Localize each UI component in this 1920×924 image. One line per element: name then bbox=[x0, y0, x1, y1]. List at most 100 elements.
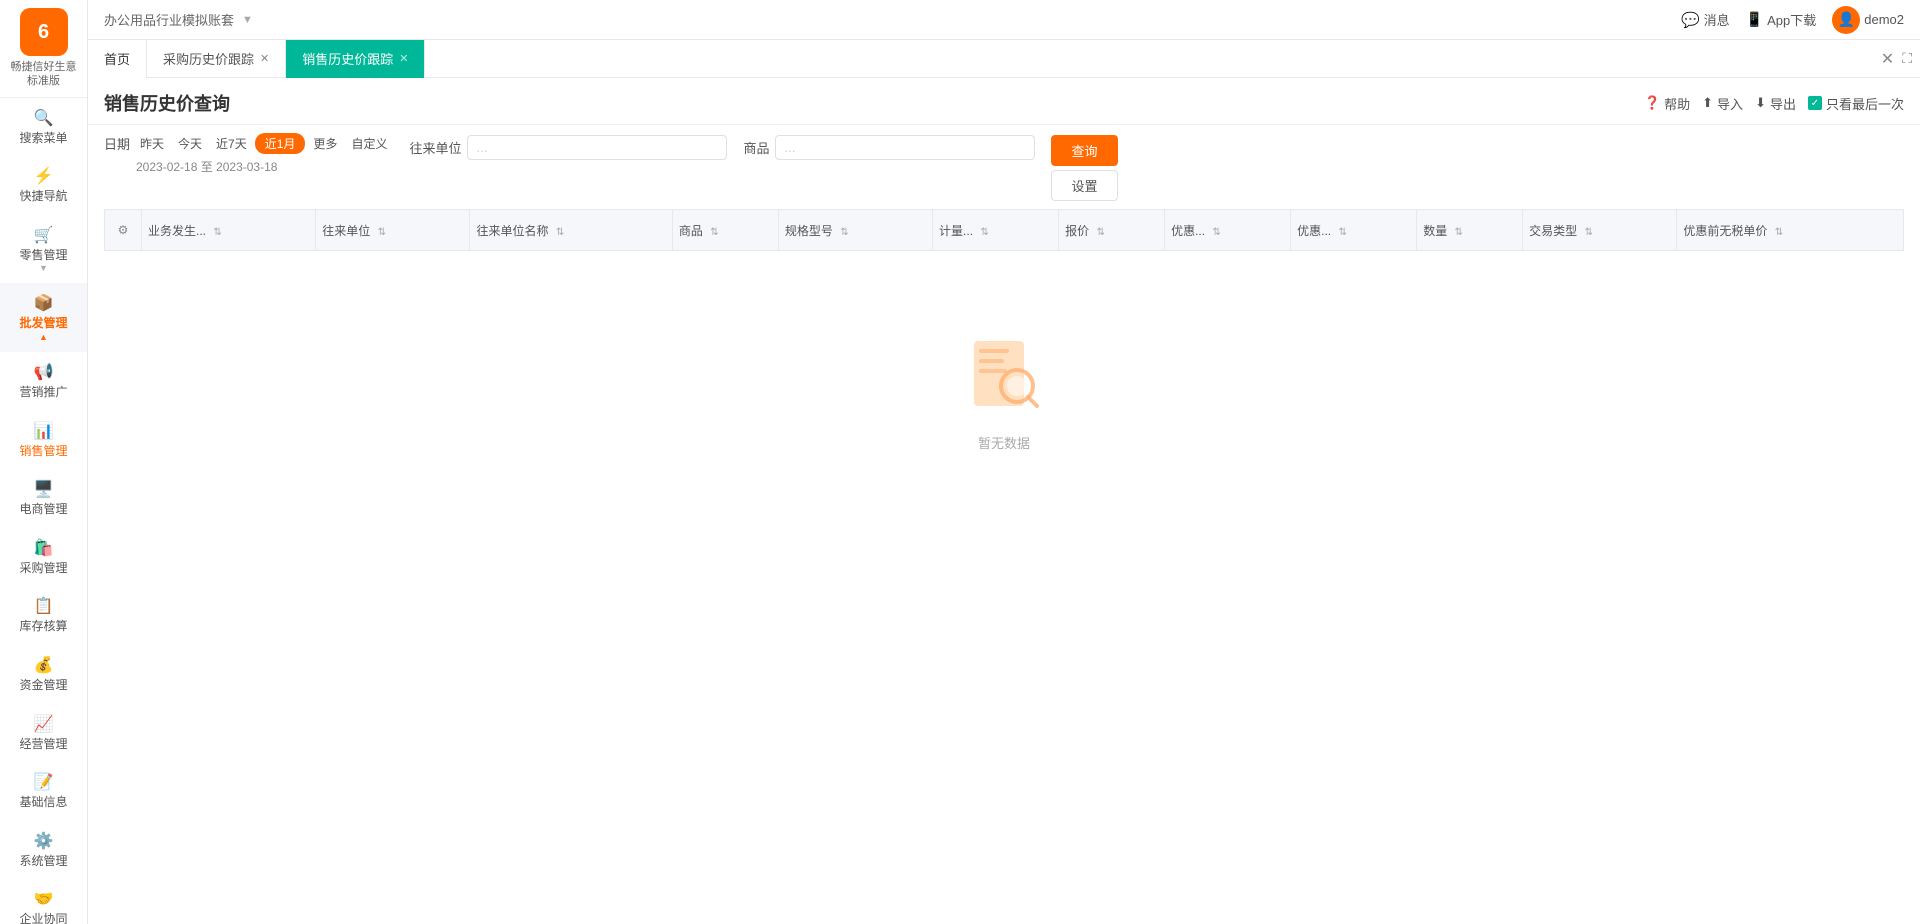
download-icon: 📱 bbox=[1746, 11, 1763, 28]
help-button[interactable]: ❓ 帮助 bbox=[1644, 94, 1690, 113]
col-partner-name[interactable]: 往来单位名称 ⇅ bbox=[470, 210, 672, 251]
date-btn-yesterday[interactable]: 昨天 bbox=[134, 133, 170, 154]
col-spec[interactable]: 规格型号 ⇅ bbox=[778, 210, 932, 251]
sort-partner-code-icon: ⇅ bbox=[378, 227, 386, 238]
ecommerce-icon: 🖥️ bbox=[34, 479, 54, 499]
sidebar-item-wholesale-mgmt[interactable]: 📦 批发管理 ▲ bbox=[0, 283, 87, 352]
filter-buttons: 查询 设置 bbox=[1051, 135, 1117, 201]
user-name: demo2 bbox=[1864, 12, 1904, 27]
settings-button[interactable]: 设置 bbox=[1051, 170, 1117, 201]
sidebar-item-sales-mgmt[interactable]: 📊 销售管理 bbox=[0, 411, 87, 470]
date-filter-group: 日期 昨天 今天 近7天 近1月 更多 自定义 2023-02-18 至 202… bbox=[104, 133, 393, 175]
col-discount1[interactable]: 优惠... ⇅ bbox=[1165, 210, 1291, 251]
tab-sales-history[interactable]: 销售历史价跟踪 ✕ bbox=[286, 40, 425, 78]
import-button[interactable]: ⬆ 导入 bbox=[1702, 94, 1743, 113]
tab-fullscreen-button[interactable]: ⛶ bbox=[1902, 50, 1912, 67]
date-btn-more[interactable]: 更多 bbox=[307, 133, 343, 154]
sidebar-item-label: 企业协同 bbox=[19, 912, 67, 924]
sidebar-item-retail-mgmt[interactable]: 🛒 零售管理 ▼ bbox=[0, 215, 87, 284]
message-label: 消息 bbox=[1704, 10, 1730, 29]
tab-purchase-history[interactable]: 采购历史价跟踪 ✕ bbox=[147, 40, 286, 78]
sidebar-item-quick-nav[interactable]: ⚡ 快捷导航 bbox=[0, 156, 87, 215]
top-header: 办公用品行业模拟账套 ▼ 💬 消息 📱 App下载 👤 demo2 bbox=[88, 0, 1920, 40]
col-partner-code-label: 往来单位 bbox=[322, 224, 370, 238]
partner-input[interactable]: ... bbox=[467, 135, 727, 160]
col-partner-name-label: 往来单位名称 bbox=[476, 224, 548, 238]
product-input[interactable]: ... bbox=[775, 135, 1035, 160]
col-discount2[interactable]: 优惠... ⇅ bbox=[1291, 210, 1417, 251]
checkbox-icon: ✓ bbox=[1808, 96, 1822, 110]
search-icon: 🔍 bbox=[34, 108, 54, 128]
user-menu[interactable]: 👤 demo2 bbox=[1832, 6, 1904, 34]
avatar-img: 👤 bbox=[1838, 11, 1855, 28]
finance-icon: 💰 bbox=[34, 655, 54, 675]
sidebar-item-ecommerce-mgmt[interactable]: 🖥️ 电商管理 bbox=[0, 469, 87, 528]
dropdown-icon[interactable]: ▼ bbox=[242, 14, 253, 26]
filter-wrapper: 日期 昨天 今天 近7天 近1月 更多 自定义 2023-02-18 至 202… bbox=[88, 125, 1920, 209]
header-right: 💬 消息 📱 App下载 👤 demo2 bbox=[1681, 6, 1904, 34]
message-button[interactable]: 💬 消息 bbox=[1681, 10, 1730, 29]
table-settings-button[interactable]: ⚙ bbox=[111, 218, 135, 242]
sidebar-item-ops-mgmt[interactable]: 📈 经营管理 bbox=[0, 704, 87, 763]
col-quantity[interactable]: 数量 ⇅ bbox=[1417, 210, 1523, 251]
col-unit[interactable]: 计量... ⇅ bbox=[933, 210, 1059, 251]
page-title: 销售历史价查询 bbox=[104, 90, 230, 116]
only-last-checkbox[interactable]: ✓ 只看最后一次 bbox=[1808, 94, 1904, 113]
sidebar-item-label: 营销推广 bbox=[19, 385, 67, 401]
col-biz-date[interactable]: 业务发生... ⇅ bbox=[142, 210, 316, 251]
sidebar-item-sys-mgmt[interactable]: ⚙️ 系统管理 bbox=[0, 821, 87, 880]
partner-label: 往来单位 bbox=[409, 138, 461, 157]
sidebar-item-label: 库存核算 bbox=[19, 619, 67, 635]
partner-filter-group: 往来单位 ... bbox=[409, 135, 727, 160]
sidebar-item-label: 批发管理 bbox=[19, 316, 67, 332]
tab-actions: ✕ ⛶ bbox=[1881, 49, 1920, 69]
col-product-label: 商品 bbox=[679, 224, 703, 238]
table-head: ⚙ 业务发生... ⇅ 往来单位 ⇅ 往来单位名称 ⇅ bbox=[105, 210, 1904, 251]
date-btn-7days[interactable]: 近7天 bbox=[210, 133, 253, 154]
sidebar-item-basic-info[interactable]: 📝 基础信息 bbox=[0, 762, 87, 821]
col-partner-code[interactable]: 往来单位 ⇅ bbox=[316, 210, 470, 251]
tab-sales-close[interactable]: ✕ bbox=[399, 52, 408, 65]
sidebar-item-label: 系统管理 bbox=[19, 854, 67, 870]
empty-svg bbox=[959, 331, 1049, 421]
sidebar-item-purchase-mgmt[interactable]: 🛍️ 采购管理 bbox=[0, 528, 87, 587]
sort-quoted-price-icon: ⇅ bbox=[1096, 227, 1104, 238]
sidebar-item-marketing[interactable]: 📢 营销推广 bbox=[0, 352, 87, 411]
col-trade-type-label: 交易类型 bbox=[1529, 224, 1577, 238]
main-area: 办公用品行业模拟账套 ▼ 💬 消息 📱 App下载 👤 demo2 首页 bbox=[88, 0, 1920, 924]
sidebar-item-label: 搜索菜单 bbox=[19, 131, 67, 147]
sort-trade-type-icon: ⇅ bbox=[1585, 227, 1593, 238]
sort-pre-tax-price-icon: ⇅ bbox=[1775, 227, 1783, 238]
col-discount1-label: 优惠... bbox=[1171, 224, 1205, 238]
col-product[interactable]: 商品 ⇅ bbox=[672, 210, 778, 251]
col-biz-date-label: 业务发生... bbox=[148, 224, 206, 238]
tab-purchase-close[interactable]: ✕ bbox=[260, 52, 269, 65]
date-btn-1month[interactable]: 近1月 bbox=[255, 133, 306, 154]
col-unit-label: 计量... bbox=[939, 224, 973, 238]
tab-close-all-button[interactable]: ✕ bbox=[1881, 49, 1894, 69]
tab-home[interactable]: 首页 bbox=[88, 40, 147, 78]
sidebar-item-search-menu[interactable]: 🔍 搜索菜单 bbox=[0, 98, 87, 157]
sidebar-menu: 🔍 搜索菜单 ⚡ 快捷导航 🛒 零售管理 ▼ 📦 批发管理 ▲ 📢 营销推广 📊… bbox=[0, 98, 87, 924]
wholesale-icon: 📦 bbox=[34, 293, 54, 313]
sidebar-item-finance-mgmt[interactable]: 💰 资金管理 bbox=[0, 645, 87, 704]
sidebar-item-inventory[interactable]: 📋 库存核算 bbox=[0, 586, 87, 645]
col-quoted-price[interactable]: 报价 ⇅ bbox=[1059, 210, 1165, 251]
date-btn-today[interactable]: 今天 bbox=[172, 133, 208, 154]
col-pre-tax-price[interactable]: 优惠前无税单价 ⇅ bbox=[1677, 210, 1904, 251]
col-trade-type[interactable]: 交易类型 ⇅ bbox=[1523, 210, 1677, 251]
date-shortcuts: 昨天 今天 近7天 近1月 更多 自定义 bbox=[134, 133, 393, 154]
sidebar-item-enterprise-coop[interactable]: 🤝 企业协同 bbox=[0, 879, 87, 924]
help-label: 帮助 bbox=[1664, 94, 1690, 113]
page-actions: ❓ 帮助 ⬆ 导入 ⬇ 导出 ✓ 只看最后一次 bbox=[1644, 94, 1904, 113]
app-download-label: App下载 bbox=[1767, 10, 1816, 29]
sort-discount1-icon: ⇅ bbox=[1212, 227, 1220, 238]
sort-quantity-icon: ⇅ bbox=[1455, 227, 1463, 238]
query-button[interactable]: 查询 bbox=[1051, 135, 1117, 166]
app-download-button[interactable]: 📱 App下载 bbox=[1746, 10, 1817, 29]
marketing-icon: 📢 bbox=[34, 362, 54, 382]
app-title: 办公用品行业模拟账套 bbox=[104, 10, 234, 29]
date-btn-custom[interactable]: 自定义 bbox=[345, 133, 393, 154]
export-icon: ⬇ bbox=[1755, 95, 1766, 111]
export-button[interactable]: ⬇ 导出 bbox=[1755, 94, 1796, 113]
